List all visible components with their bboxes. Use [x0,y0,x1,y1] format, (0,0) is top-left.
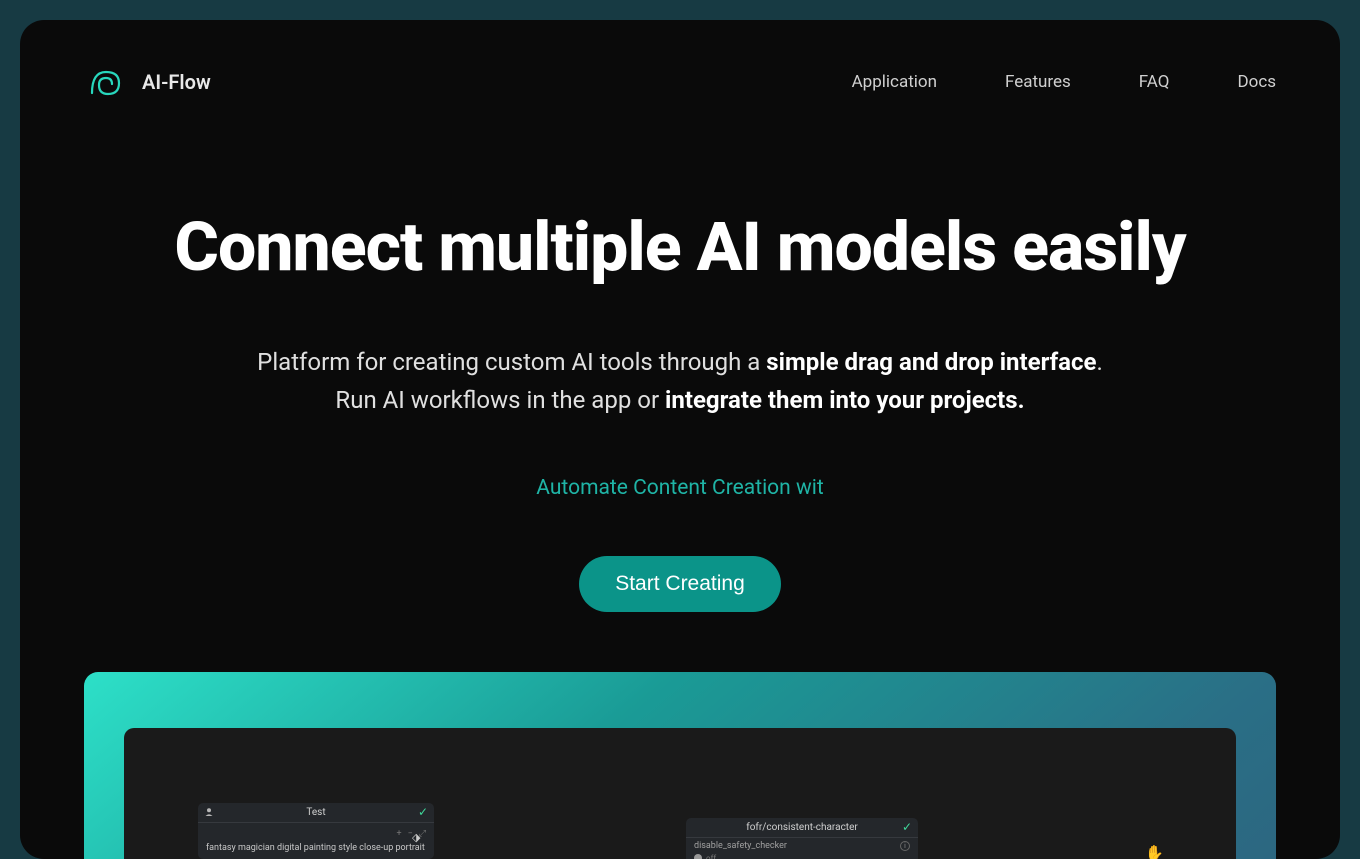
hero-subtitle: Platform for creating custom AI tools th… [84,343,1276,420]
cc-row-disable[interactable]: disable_safety_checker i [686,838,918,854]
node-test-header[interactable]: Test ✓ [198,803,434,823]
node-cc-header[interactable]: fofr/consistent-character ✓ [686,818,918,838]
nav-faq[interactable]: FAQ [1139,72,1170,92]
hero-title: Connect multiple AI models easily [84,210,1276,285]
nav-application[interactable]: Application [852,72,937,92]
demo-section: Test ✓ + − ⤢ fantasy magician digital pa… [84,672,1276,859]
node-consistent-character[interactable]: fofr/consistent-character ✓ disable_safe… [686,818,918,859]
node-canvas[interactable]: Test ✓ + − ⤢ fantasy magician digital pa… [124,728,1236,859]
hand-icon: ✋ [1145,844,1164,859]
nav: Application Features FAQ Docs [852,72,1276,92]
subtitle-dot: . [1097,348,1103,376]
header: AI-Flow Application Features FAQ Docs [84,52,1276,112]
check-icon: ✓ [418,805,428,819]
user-icon [204,807,214,817]
hero-tagline: Automate Content Creation wit [84,476,1276,500]
brand-name: AI-Flow [142,70,211,94]
start-creating-button[interactable]: Start Creating [579,556,781,612]
plus-icon[interactable]: + [397,829,402,839]
logo-icon [84,61,126,103]
brand[interactable]: AI-Flow [84,61,211,103]
nav-docs[interactable]: Docs [1237,72,1276,92]
cursor-icon: ⬗ [412,831,420,844]
node-test-body: + − ⤢ fantasy magician digital painting … [198,823,434,859]
subtitle-text: Platform for creating custom AI tools th… [257,348,766,376]
info-icon[interactable]: i [900,841,910,851]
node-cc-title: fofr/consistent-character [746,822,858,833]
node-test-prompt: fantasy magician digital painting style … [206,843,426,853]
toggle-off[interactable] [694,854,702,859]
node-test[interactable]: Test ✓ + − ⤢ fantasy magician digital pa… [198,803,434,859]
node-test-title: Test [306,807,325,818]
hero: Connect multiple AI models easily Platfo… [84,210,1276,612]
main-container: AI-Flow Application Features FAQ Docs Co… [20,20,1340,859]
subtitle-bold-1: simple drag and drop interface [766,348,1096,376]
nav-features[interactable]: Features [1005,72,1071,92]
toggle-label: off [706,854,716,859]
subtitle-bold-2: integrate them into your projects. [665,386,1025,414]
row-label-disable: disable_safety_checker [694,841,787,851]
cc-row-toggle[interactable]: off [686,854,918,859]
check-icon: ✓ [902,820,912,834]
subtitle-text-2: Run AI workflows in the app or [335,386,665,414]
